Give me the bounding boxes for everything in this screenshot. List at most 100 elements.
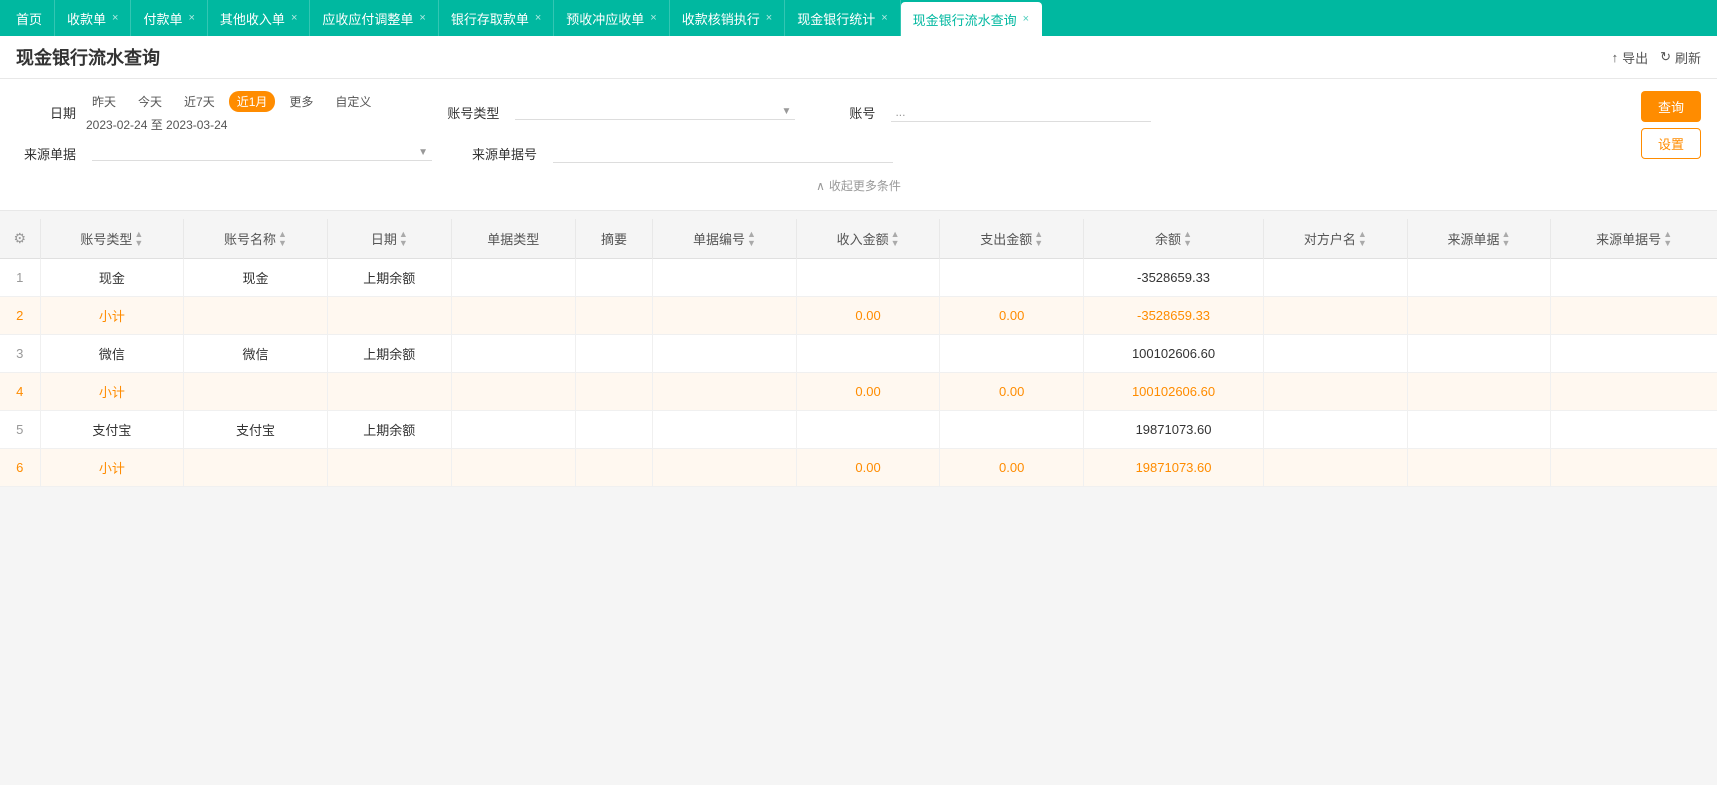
export-icon: ↑ [1612, 50, 1619, 65]
th-counterparty[interactable]: 对方户名 ▲▼ [1264, 219, 1408, 259]
action-buttons: 查询 设置 [1641, 91, 1701, 159]
table-row: 6小计0.000.0019871073.60 [0, 449, 1717, 487]
table-cell [184, 373, 328, 411]
table-cell [451, 411, 575, 449]
table-cell: 小计 [40, 297, 184, 335]
table-cell: 3 [0, 335, 40, 373]
close-tab-2-icon[interactable]: × [291, 12, 297, 24]
th-source-doc-no[interactable]: 来源单据号 ▲▼ [1551, 219, 1717, 259]
nav-tab-cash-flow[interactable]: 现金银行流水查询 × [901, 2, 1042, 36]
refresh-button[interactable]: ↻ 刷新 [1660, 48, 1701, 67]
table-cell: 6 [0, 449, 40, 487]
query-button[interactable]: 查询 [1641, 91, 1701, 122]
th-balance[interactable]: 余额 ▲▼ [1084, 219, 1264, 259]
table-cell: 微信 [40, 335, 184, 373]
close-tab-4-icon[interactable]: × [535, 12, 541, 24]
close-tab-1-icon[interactable]: × [188, 12, 194, 24]
table-cell [1264, 449, 1408, 487]
header-actions: ↑ 导出 ↻ 刷新 [1612, 48, 1701, 67]
table-cell [451, 259, 575, 297]
date-option-yesterday[interactable]: 昨天 [84, 91, 124, 112]
date-option-7days[interactable]: 近7天 [176, 91, 223, 112]
table-cell: 19871073.60 [1084, 449, 1264, 487]
export-button[interactable]: ↑ 导出 [1612, 48, 1649, 67]
table-cell: 0.00 [940, 297, 1084, 335]
source-doc-no-input[interactable] [553, 143, 893, 163]
nav-tab-verify[interactable]: 收款核销执行 × [670, 0, 785, 36]
table-cell [1264, 373, 1408, 411]
th-doc-no[interactable]: 单据编号 ▲▼ [653, 219, 797, 259]
table-cell [653, 373, 797, 411]
th-account-type[interactable]: 账号类型 ▲▼ [40, 219, 184, 259]
table-cell: 上期余额 [327, 335, 451, 373]
nav-tab-shoudan[interactable]: 收款单 × [55, 0, 131, 36]
filter-area: 日期 昨天 今天 近7天 近1月 更多 自定义 2023-02-24 至 202… [0, 79, 1717, 211]
th-gear[interactable]: ⚙ [0, 219, 40, 259]
refresh-icon: ↻ [1660, 49, 1671, 65]
nav-home[interactable]: 首页 [4, 0, 55, 36]
table-cell: 现金 [184, 259, 328, 297]
account-more-button[interactable]: ... [891, 103, 1151, 122]
table-cell: 支付宝 [40, 411, 184, 449]
close-tab-7-icon[interactable]: × [881, 12, 887, 24]
nav-tab-bank-deposit[interactable]: 银行存取款单 × [439, 0, 554, 36]
table-cell [575, 411, 652, 449]
nav-tab-cash-stats[interactable]: 现金银行统计 × [785, 0, 900, 36]
table-cell [1407, 449, 1551, 487]
top-nav: 首页 收款单 × 付款单 × 其他收入单 × 应收应付调整单 × 银行存取款单 … [0, 0, 1717, 36]
account-type-select[interactable]: ▼ [515, 104, 795, 120]
th-account-name[interactable]: 账号名称 ▲▼ [184, 219, 328, 259]
table-header-row: ⚙ 账号类型 ▲▼ 账号名称 ▲▼ 日期 [0, 219, 1717, 259]
table-row: 5支付宝支付宝上期余额19871073.60 [0, 411, 1717, 449]
table-cell: 0.00 [940, 449, 1084, 487]
table-cell [1264, 259, 1408, 297]
table-cell [575, 449, 652, 487]
close-tab-0-icon[interactable]: × [112, 12, 118, 24]
table-cell [653, 297, 797, 335]
account-label: 账号 [835, 103, 875, 122]
table-cell [451, 297, 575, 335]
table-cell [653, 411, 797, 449]
table-cell: 微信 [184, 335, 328, 373]
th-income[interactable]: 收入金额 ▲▼ [796, 219, 940, 259]
close-tab-3-icon[interactable]: × [419, 12, 425, 24]
table-cell [575, 297, 652, 335]
table-row: 2小计0.000.00-3528659.33 [0, 297, 1717, 335]
close-tab-5-icon[interactable]: × [650, 12, 656, 24]
filter-row-date: 日期 昨天 今天 近7天 近1月 更多 自定义 2023-02-24 至 202… [16, 91, 1629, 133]
table-cell [1551, 449, 1717, 487]
collapse-label: 收起更多条件 [829, 177, 901, 194]
date-option-today[interactable]: 今天 [130, 91, 170, 112]
table-cell: -3528659.33 [1084, 259, 1264, 297]
th-source-doc[interactable]: 来源单据 ▲▼ [1407, 219, 1551, 259]
table-cell: 0.00 [796, 297, 940, 335]
close-tab-6-icon[interactable]: × [766, 12, 772, 24]
date-option-1month[interactable]: 近1月 [229, 91, 276, 112]
table-cell [327, 373, 451, 411]
nav-tab-other-income[interactable]: 其他收入单 × [208, 0, 310, 36]
table-cell [451, 373, 575, 411]
source-doc-select[interactable]: ▼ [92, 145, 432, 161]
table-cell [940, 335, 1084, 373]
table-cell [796, 259, 940, 297]
table-cell [184, 449, 328, 487]
date-option-custom[interactable]: 自定义 [327, 91, 379, 112]
th-date[interactable]: 日期 ▲▼ [327, 219, 451, 259]
account-type-label: 账号类型 [439, 103, 499, 122]
collapse-bar[interactable]: ∧ 收起更多条件 [16, 173, 1701, 198]
date-option-more[interactable]: 更多 [281, 91, 321, 112]
date-label: 日期 [16, 103, 76, 122]
nav-tab-prepay[interactable]: 预收冲应收单 × [554, 0, 669, 36]
table-cell: 4 [0, 373, 40, 411]
close-tab-8-icon[interactable]: × [1023, 13, 1029, 25]
table-row: 3微信微信上期余额100102606.60 [0, 335, 1717, 373]
th-expense[interactable]: 支出金额 ▲▼ [940, 219, 1084, 259]
sort-doc-no-icon: ▲▼ [747, 230, 756, 248]
nav-tab-fukuan[interactable]: 付款单 × [131, 0, 207, 36]
filter-row-source: 来源单据 ▼ 来源单据号 [16, 143, 1629, 163]
settings-button[interactable]: 设置 [1641, 128, 1701, 159]
table-cell: 小计 [40, 449, 184, 487]
nav-tab-adjust[interactable]: 应收应付调整单 × [310, 0, 438, 36]
table-cell [451, 449, 575, 487]
table-cell: 1 [0, 259, 40, 297]
